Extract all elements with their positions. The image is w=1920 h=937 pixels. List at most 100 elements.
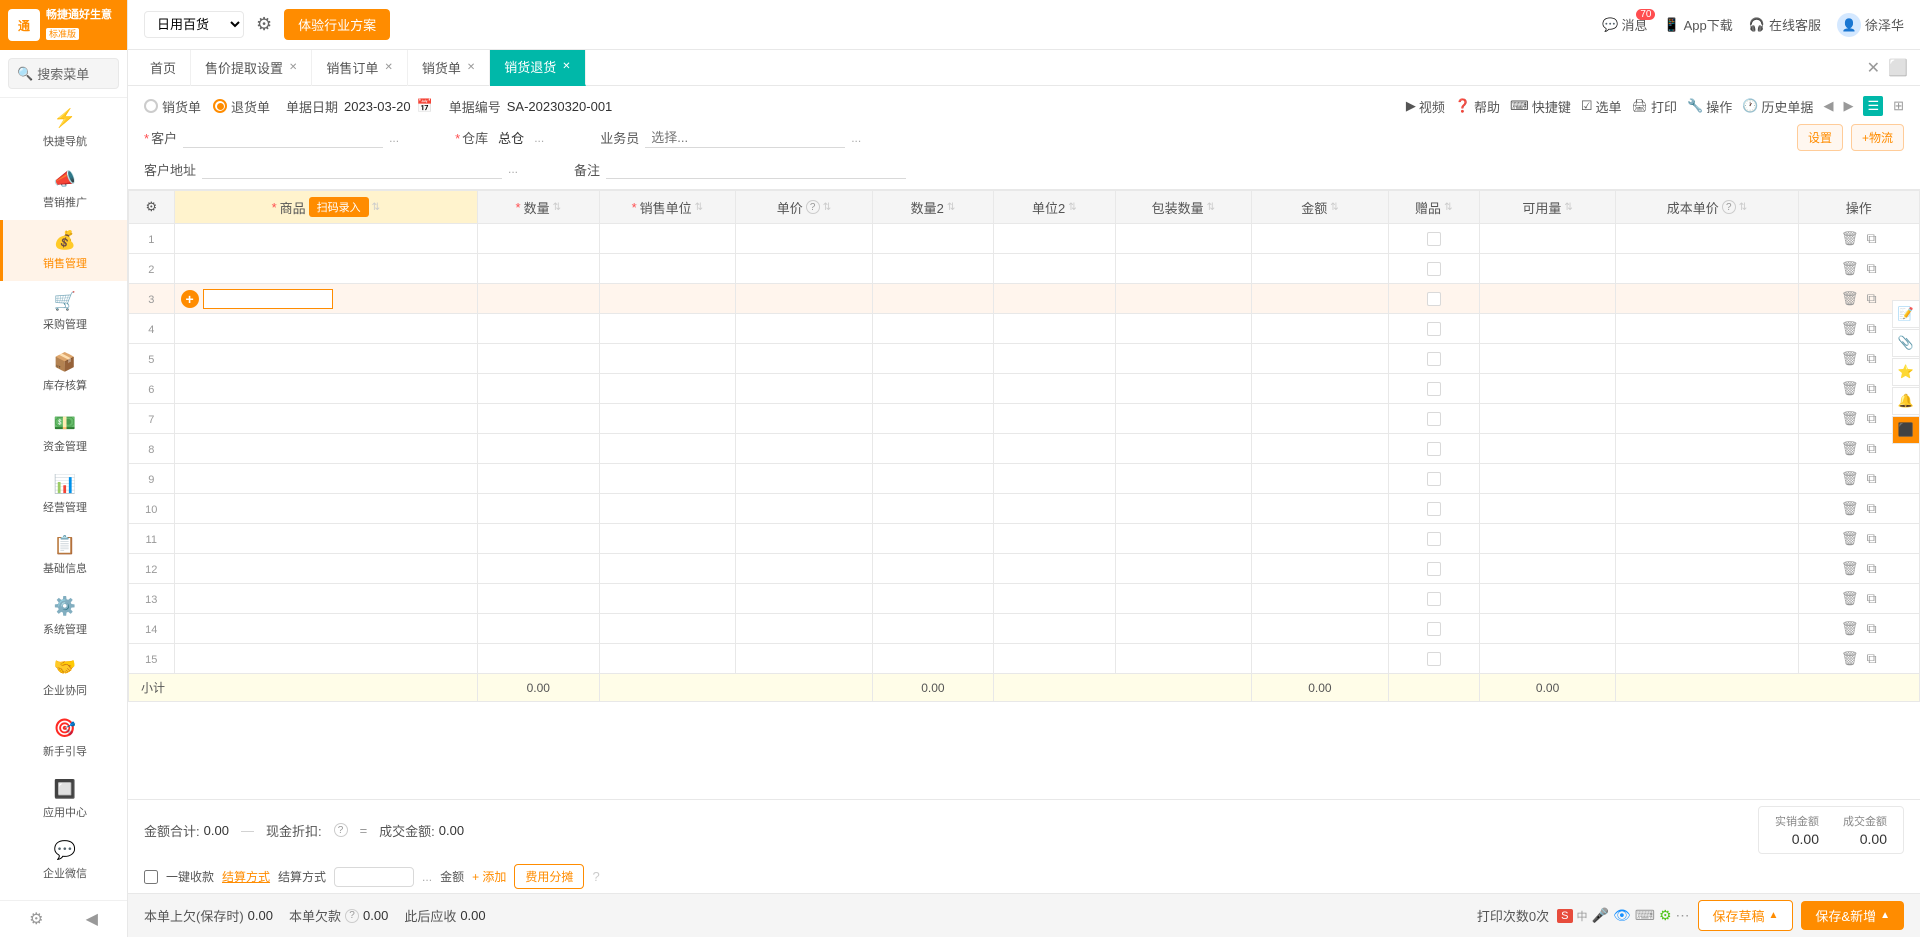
sidebar-item-inventory[interactable]: 📦 库存核算 <box>0 342 127 403</box>
sidebar-item-guide[interactable]: 🎯 新手引导 <box>0 708 127 769</box>
unit2-cell[interactable] <box>994 644 1115 674</box>
cost-price-cell[interactable] <box>1616 464 1798 494</box>
unit2-cell[interactable] <box>994 254 1115 284</box>
pack-qty-cell[interactable] <box>1115 614 1252 644</box>
available-cell[interactable] <box>1479 434 1616 464</box>
cost-price-cell[interactable] <box>1616 434 1798 464</box>
cost-price-cell[interactable] <box>1616 374 1798 404</box>
unit-price-cell[interactable] <box>736 434 873 464</box>
amount-cell[interactable] <box>1252 224 1389 254</box>
sale-unit-cell[interactable] <box>599 344 736 374</box>
discount-info-icon[interactable]: ? <box>334 823 348 837</box>
cost-info-icon[interactable]: ? <box>1722 200 1736 214</box>
sale-unit-cell[interactable] <box>599 314 736 344</box>
qty2-cell[interactable] <box>872 554 993 584</box>
gift-checkbox[interactable] <box>1427 322 1441 336</box>
pack-qty-cell[interactable] <box>1115 284 1252 314</box>
amount-cell[interactable] <box>1252 374 1389 404</box>
staff-input[interactable] <box>645 128 845 148</box>
account-input[interactable] <box>334 867 414 887</box>
gift-cell[interactable] <box>1388 494 1479 524</box>
gift-cell[interactable] <box>1388 464 1479 494</box>
unit2-cell[interactable] <box>994 494 1115 524</box>
qty2-cell[interactable] <box>872 644 993 674</box>
scan-button[interactable]: 扫码录入 <box>309 197 369 217</box>
pack-qty-cell[interactable] <box>1115 404 1252 434</box>
available-cell[interactable] <box>1479 614 1616 644</box>
unit2-cell[interactable] <box>994 344 1115 374</box>
one-click-checkbox[interactable] <box>144 870 158 884</box>
delete-row-button[interactable]: 🗑 <box>1839 528 1861 549</box>
radio-sale[interactable]: 销货单 <box>144 97 201 116</box>
topbar-gear-icon[interactable]: ⚙ <box>256 14 272 35</box>
delete-row-button[interactable]: 🗑 <box>1839 318 1861 339</box>
remark-input[interactable] <box>606 159 906 179</box>
qty-cell[interactable] <box>478 494 599 524</box>
qty-cell[interactable] <box>478 404 599 434</box>
qty-cell[interactable] <box>478 284 599 314</box>
gift-cell[interactable] <box>1388 344 1479 374</box>
cost-price-cell[interactable] <box>1616 224 1798 254</box>
grid-view-icon[interactable]: ⊞ <box>1893 98 1904 114</box>
sale-unit-cell[interactable] <box>599 494 736 524</box>
product-cell[interactable] <box>174 524 478 554</box>
list-view-icon[interactable]: ☰ <box>1863 96 1883 116</box>
shortcut-button[interactable]: ⌨ 快捷键 <box>1510 97 1571 116</box>
available-cell[interactable] <box>1479 554 1616 584</box>
tab-sale-price[interactable]: 售价提取设置 ✕ <box>191 50 312 86</box>
cost-price-cell[interactable] <box>1616 644 1798 674</box>
qty-cell[interactable] <box>478 584 599 614</box>
unit2-cell[interactable] <box>994 374 1115 404</box>
address-dots[interactable]: ... <box>508 162 518 176</box>
qty-cell[interactable] <box>478 434 599 464</box>
qty2-cell[interactable] <box>872 584 993 614</box>
product-cell[interactable] <box>174 374 478 404</box>
product-cell[interactable] <box>174 254 478 284</box>
nav-next-icon[interactable]: ▶ <box>1843 98 1853 114</box>
nav-prev-icon[interactable]: ◀ <box>1823 98 1833 114</box>
search-menu-button[interactable]: 🔍 搜索菜单 <box>8 58 119 89</box>
qty-cell[interactable] <box>478 464 599 494</box>
gift-cell[interactable] <box>1388 404 1479 434</box>
rt-star-button[interactable]: ⭐ <box>1892 358 1920 386</box>
unit-price-cell[interactable] <box>736 224 873 254</box>
add-payment-button[interactable]: + 添加 <box>472 868 506 885</box>
sidebar-item-purchase[interactable]: 🛒 采购管理 <box>0 281 127 342</box>
settings-button[interactable]: 设置 <box>1797 124 1843 151</box>
mic-icon[interactable]: 🎤 <box>1592 907 1609 924</box>
rt-expand-button[interactable]: ⬛ <box>1892 416 1920 444</box>
sidebar-item-finance[interactable]: 💵 资金管理 <box>0 403 127 464</box>
add-row-button[interactable]: + <box>181 290 199 308</box>
customer-input[interactable] <box>183 128 383 148</box>
copy-row-button[interactable]: ⧉ <box>1865 258 1879 279</box>
amount-cell[interactable] <box>1252 254 1389 284</box>
sidebar-item-shortcuts[interactable]: ⚡ 快捷导航 <box>0 98 127 159</box>
more-icon[interactable]: ⋯ <box>1676 907 1690 924</box>
unit-price-cell[interactable] <box>736 464 873 494</box>
save-new-button[interactable]: 保存&新增 ▲ <box>1801 901 1904 930</box>
message-button[interactable]: 💬 消息 70 <box>1602 15 1647 34</box>
available-cell[interactable] <box>1479 464 1616 494</box>
sidebar-item-basics[interactable]: 📋 基础信息 <box>0 525 127 586</box>
unit-price-cell[interactable] <box>736 344 873 374</box>
qty2-cell[interactable] <box>872 524 993 554</box>
pack-qty-cell[interactable] <box>1115 254 1252 284</box>
product-cell[interactable] <box>174 224 478 254</box>
gear-settings-icon[interactable]: ⚙ <box>145 199 157 215</box>
gift-checkbox[interactable] <box>1427 382 1441 396</box>
qty-cell[interactable] <box>478 224 599 254</box>
gift-checkbox[interactable] <box>1427 292 1441 306</box>
customer-dots[interactable]: ... <box>389 131 399 145</box>
cost-price-cell[interactable] <box>1616 404 1798 434</box>
amount-cell[interactable] <box>1252 644 1389 674</box>
delete-row-button[interactable]: 🗑 <box>1839 258 1861 279</box>
available-cell[interactable] <box>1479 374 1616 404</box>
calendar-icon[interactable]: 📅 <box>417 98 433 114</box>
tabs-maximize-button[interactable]: ⬜ <box>1884 58 1912 78</box>
amount-cell[interactable] <box>1252 284 1389 314</box>
staff-dots[interactable]: ... <box>851 131 861 145</box>
qty2-cell[interactable] <box>872 344 993 374</box>
eye-icon[interactable]: 👁 <box>1613 907 1631 924</box>
expense-split-button[interactable]: 费用分摊 <box>514 864 584 889</box>
unit-price-cell[interactable] <box>736 254 873 284</box>
